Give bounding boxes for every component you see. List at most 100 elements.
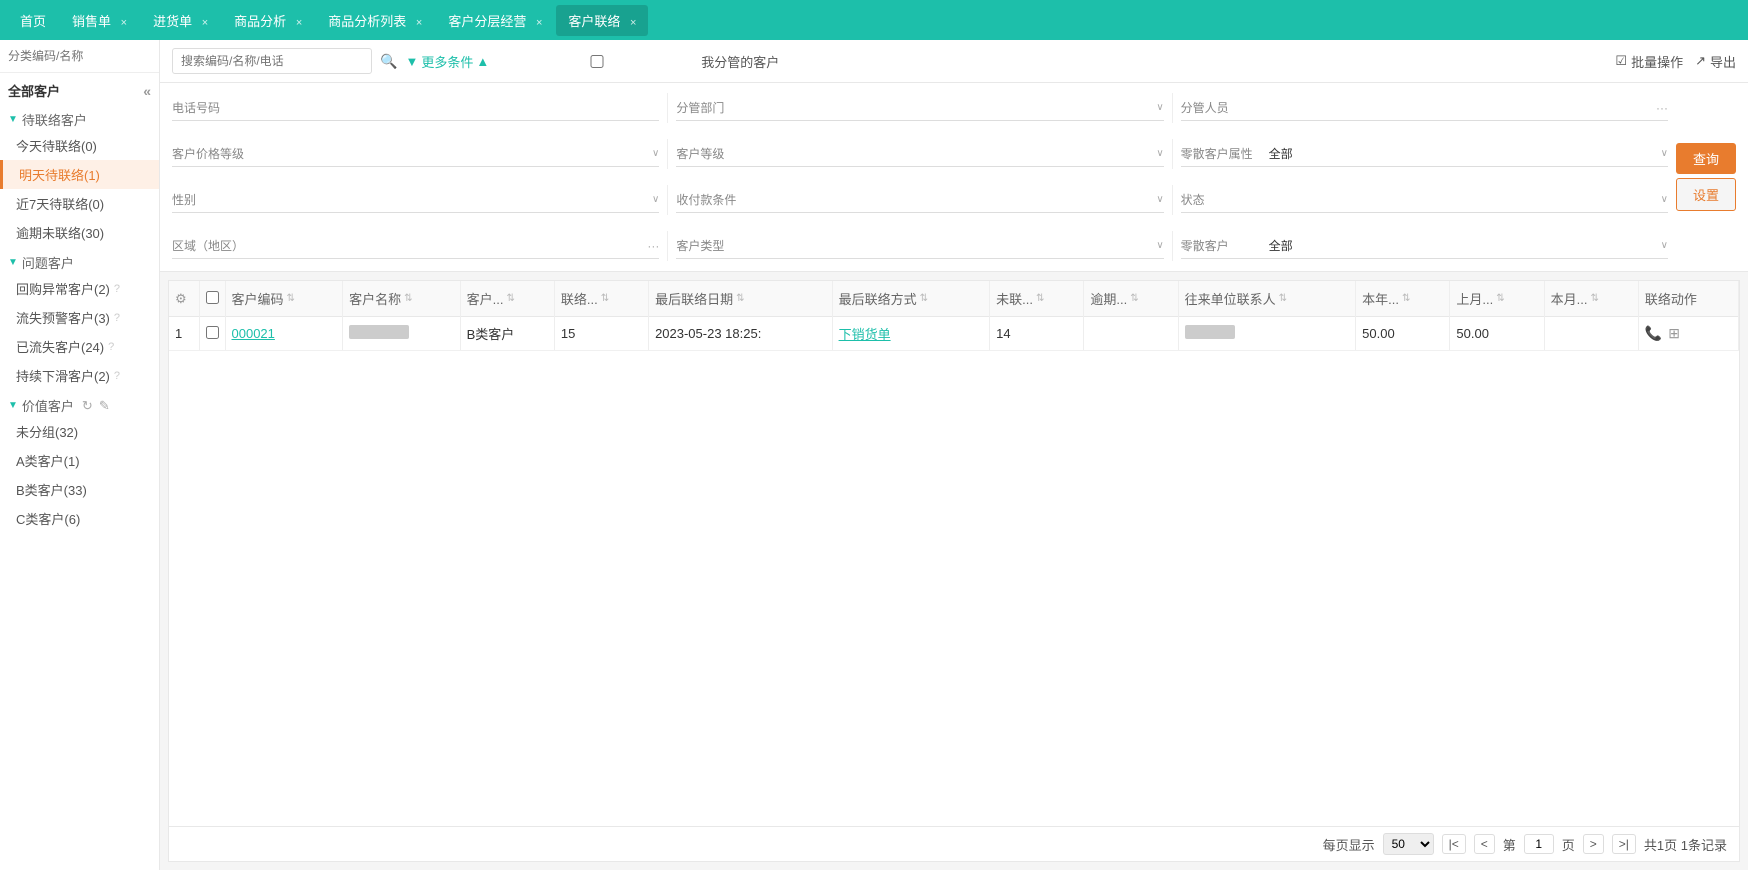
sidebar-item-tomorrow-pending[interactable]: 明天待联络(1): [0, 160, 159, 189]
customer-table: ⚙ 客户编码⇅ 客户名称⇅ 客户...⇅: [169, 281, 1739, 351]
customer-name-blurred: [349, 325, 409, 339]
right-actions: ☑ 批量操作 ↗ 导出: [1615, 52, 1736, 71]
sort-overdue-icon[interactable]: ⇅: [1130, 293, 1138, 304]
sidebar-item-ungrouped[interactable]: 未分组(32): [0, 417, 159, 446]
th-gear[interactable]: ⚙: [169, 281, 199, 317]
close-customer-tier-tab[interactable]: ×: [536, 17, 542, 29]
sidebar: 🔍 全部客户 « ▼ 待联络客户 今天待联络(0) 明天待联络(1) 近7天待联…: [0, 40, 160, 870]
sidebar-item-7days-pending[interactable]: 近7天待联络(0): [0, 189, 159, 218]
help-churned-icon: ?: [108, 341, 114, 353]
close-customer-contact-tab[interactable]: ×: [630, 17, 636, 29]
more-conditions-btn[interactable]: ▼ 更多条件 ▲: [405, 52, 489, 71]
status-filter: 状态 ∨: [1181, 187, 1668, 213]
nav-sales[interactable]: 销售单 ×: [60, 5, 139, 36]
sidebar-search-area: 🔍: [0, 40, 159, 73]
total-label: 共1页 1条记录: [1644, 835, 1727, 854]
th-last-contact-date: 最后联络日期⇅: [649, 281, 833, 317]
sidebar-search-input[interactable]: [8, 49, 160, 63]
value-triangle: ▼: [8, 400, 18, 411]
sidebar-item-class-a[interactable]: A类客户(1): [0, 446, 159, 475]
sort-contact-count-icon[interactable]: ⇅: [601, 293, 609, 304]
nav-customer-contact[interactable]: 客户联络 ×: [556, 5, 648, 36]
settings-icon[interactable]: ⚙: [175, 291, 187, 306]
sort-person-icon[interactable]: ⇅: [1279, 293, 1287, 304]
th-checkbox[interactable]: [199, 281, 225, 317]
retail-customer-chevron: ∨: [1661, 240, 1668, 251]
td-customer-type: B类客户: [460, 317, 554, 351]
th-uncontacted: 未联...⇅: [990, 281, 1084, 317]
td-code[interactable]: 000021: [225, 317, 343, 351]
per-page-select[interactable]: 50 100 200: [1383, 833, 1434, 855]
edit-value-icon[interactable]: ✎: [99, 398, 110, 414]
sidebar-item-churned[interactable]: 已流失客户(24) ?: [0, 332, 159, 361]
nav-purchase[interactable]: 进货单 ×: [141, 5, 220, 36]
nav-home[interactable]: 首页: [8, 5, 58, 36]
td-contact-person: [1178, 317, 1356, 351]
close-goods-analysis-list-tab[interactable]: ×: [416, 17, 422, 29]
price-level-chevron: ∨: [652, 148, 659, 159]
close-sales-tab[interactable]: ×: [121, 17, 127, 29]
sidebar-collapse-btn[interactable]: «: [143, 83, 151, 99]
manager-dots: ···: [1656, 101, 1668, 115]
set-button[interactable]: 设置: [1676, 178, 1736, 211]
sort-name-icon[interactable]: ⇅: [404, 293, 412, 304]
sort-last-month-icon[interactable]: ⇅: [1496, 293, 1504, 304]
th-last-month: 上月...⇅: [1450, 281, 1544, 317]
sort-type-icon[interactable]: ⇅: [506, 293, 514, 304]
sort-this-month-icon[interactable]: ⇅: [1590, 293, 1598, 304]
region-dots: ···: [647, 239, 659, 253]
page-input[interactable]: [1524, 834, 1554, 854]
nav-goods-analysis-list[interactable]: 商品分析列表 ×: [316, 5, 434, 36]
gender-filter: 性别 ∨: [172, 187, 659, 213]
td-name: [343, 317, 461, 351]
close-goods-analysis-tab[interactable]: ×: [296, 17, 302, 29]
refresh-value-icon[interactable]: ↻: [82, 398, 93, 414]
th-contact-person: 往来单位联系人⇅: [1178, 281, 1356, 317]
sort-date-icon[interactable]: ⇅: [736, 293, 744, 304]
td-last-month: 50.00: [1450, 317, 1544, 351]
first-page-btn[interactable]: |<: [1442, 834, 1466, 854]
customer-type-chevron: ∨: [1156, 240, 1163, 251]
td-checkbox[interactable]: [199, 317, 225, 351]
select-all-checkbox[interactable]: [206, 291, 219, 304]
th-this-year: 本年...⇅: [1356, 281, 1450, 317]
help-declining-icon: ?: [114, 370, 120, 382]
sort-uncontacted-icon[interactable]: ⇅: [1036, 293, 1044, 304]
customer-level-filter: 客户等级 ∨: [676, 141, 1163, 167]
th-customer-type: 客户...⇅: [460, 281, 554, 317]
sidebar-item-today-pending[interactable]: 今天待联络(0): [0, 131, 159, 160]
sort-year-icon[interactable]: ⇅: [1402, 293, 1410, 304]
prev-page-btn[interactable]: <: [1474, 834, 1495, 854]
nav-goods-analysis[interactable]: 商品分析 ×: [222, 5, 314, 36]
td-index: 1: [169, 317, 199, 351]
batch-operation-btn[interactable]: ☑ 批量操作: [1615, 52, 1683, 71]
export-btn[interactable]: ↗ 导出: [1695, 52, 1736, 71]
nav-customer-tier[interactable]: 客户分层经营 ×: [436, 5, 554, 36]
sidebar-item-class-c[interactable]: C类客户(6): [0, 504, 159, 533]
search-input[interactable]: [172, 48, 372, 74]
search-button[interactable]: 🔍: [380, 53, 397, 70]
sidebar-item-churn-warning[interactable]: 流失预警客户(3) ?: [0, 303, 159, 332]
row-checkbox[interactable]: [206, 326, 219, 339]
sidebar-item-overdue-pending[interactable]: 逾期未联络(30): [0, 218, 159, 247]
close-purchase-tab[interactable]: ×: [202, 17, 208, 29]
sidebar-item-class-b[interactable]: B类客户(33): [0, 475, 159, 504]
filter-row-3: 性别 ∨ 收付款条件 ∨ 状态 ∨: [172, 185, 1668, 215]
sidebar-item-abnormal[interactable]: 回购异常客户(2) ?: [0, 274, 159, 303]
sidebar-item-declining[interactable]: 持续下滑客户(2) ?: [0, 361, 159, 390]
sort-method-icon[interactable]: ⇅: [920, 293, 928, 304]
my-customers-checkbox[interactable]: [497, 55, 697, 68]
sort-code-icon[interactable]: ⇅: [287, 293, 295, 304]
price-level-filter: 客户价格等级 ∨: [172, 141, 659, 167]
query-button[interactable]: 查询: [1676, 143, 1736, 174]
action-grid-icon[interactable]: ⊞: [1668, 325, 1680, 342]
th-action: 联络动作: [1638, 281, 1738, 317]
my-customers-checkbox-label[interactable]: 我分管的客户: [497, 52, 779, 71]
action-phone-icon[interactable]: 📞: [1645, 325, 1662, 342]
all-customers-label[interactable]: 全部客户: [8, 81, 60, 100]
next-page-btn[interactable]: >: [1583, 834, 1604, 854]
last-page-btn[interactable]: >|: [1612, 834, 1636, 854]
th-name: 客户名称⇅: [343, 281, 461, 317]
td-last-contact-method[interactable]: 下销货单: [832, 317, 990, 351]
retail-customer-filter: 零散客户 全部 ∨: [1181, 233, 1668, 259]
